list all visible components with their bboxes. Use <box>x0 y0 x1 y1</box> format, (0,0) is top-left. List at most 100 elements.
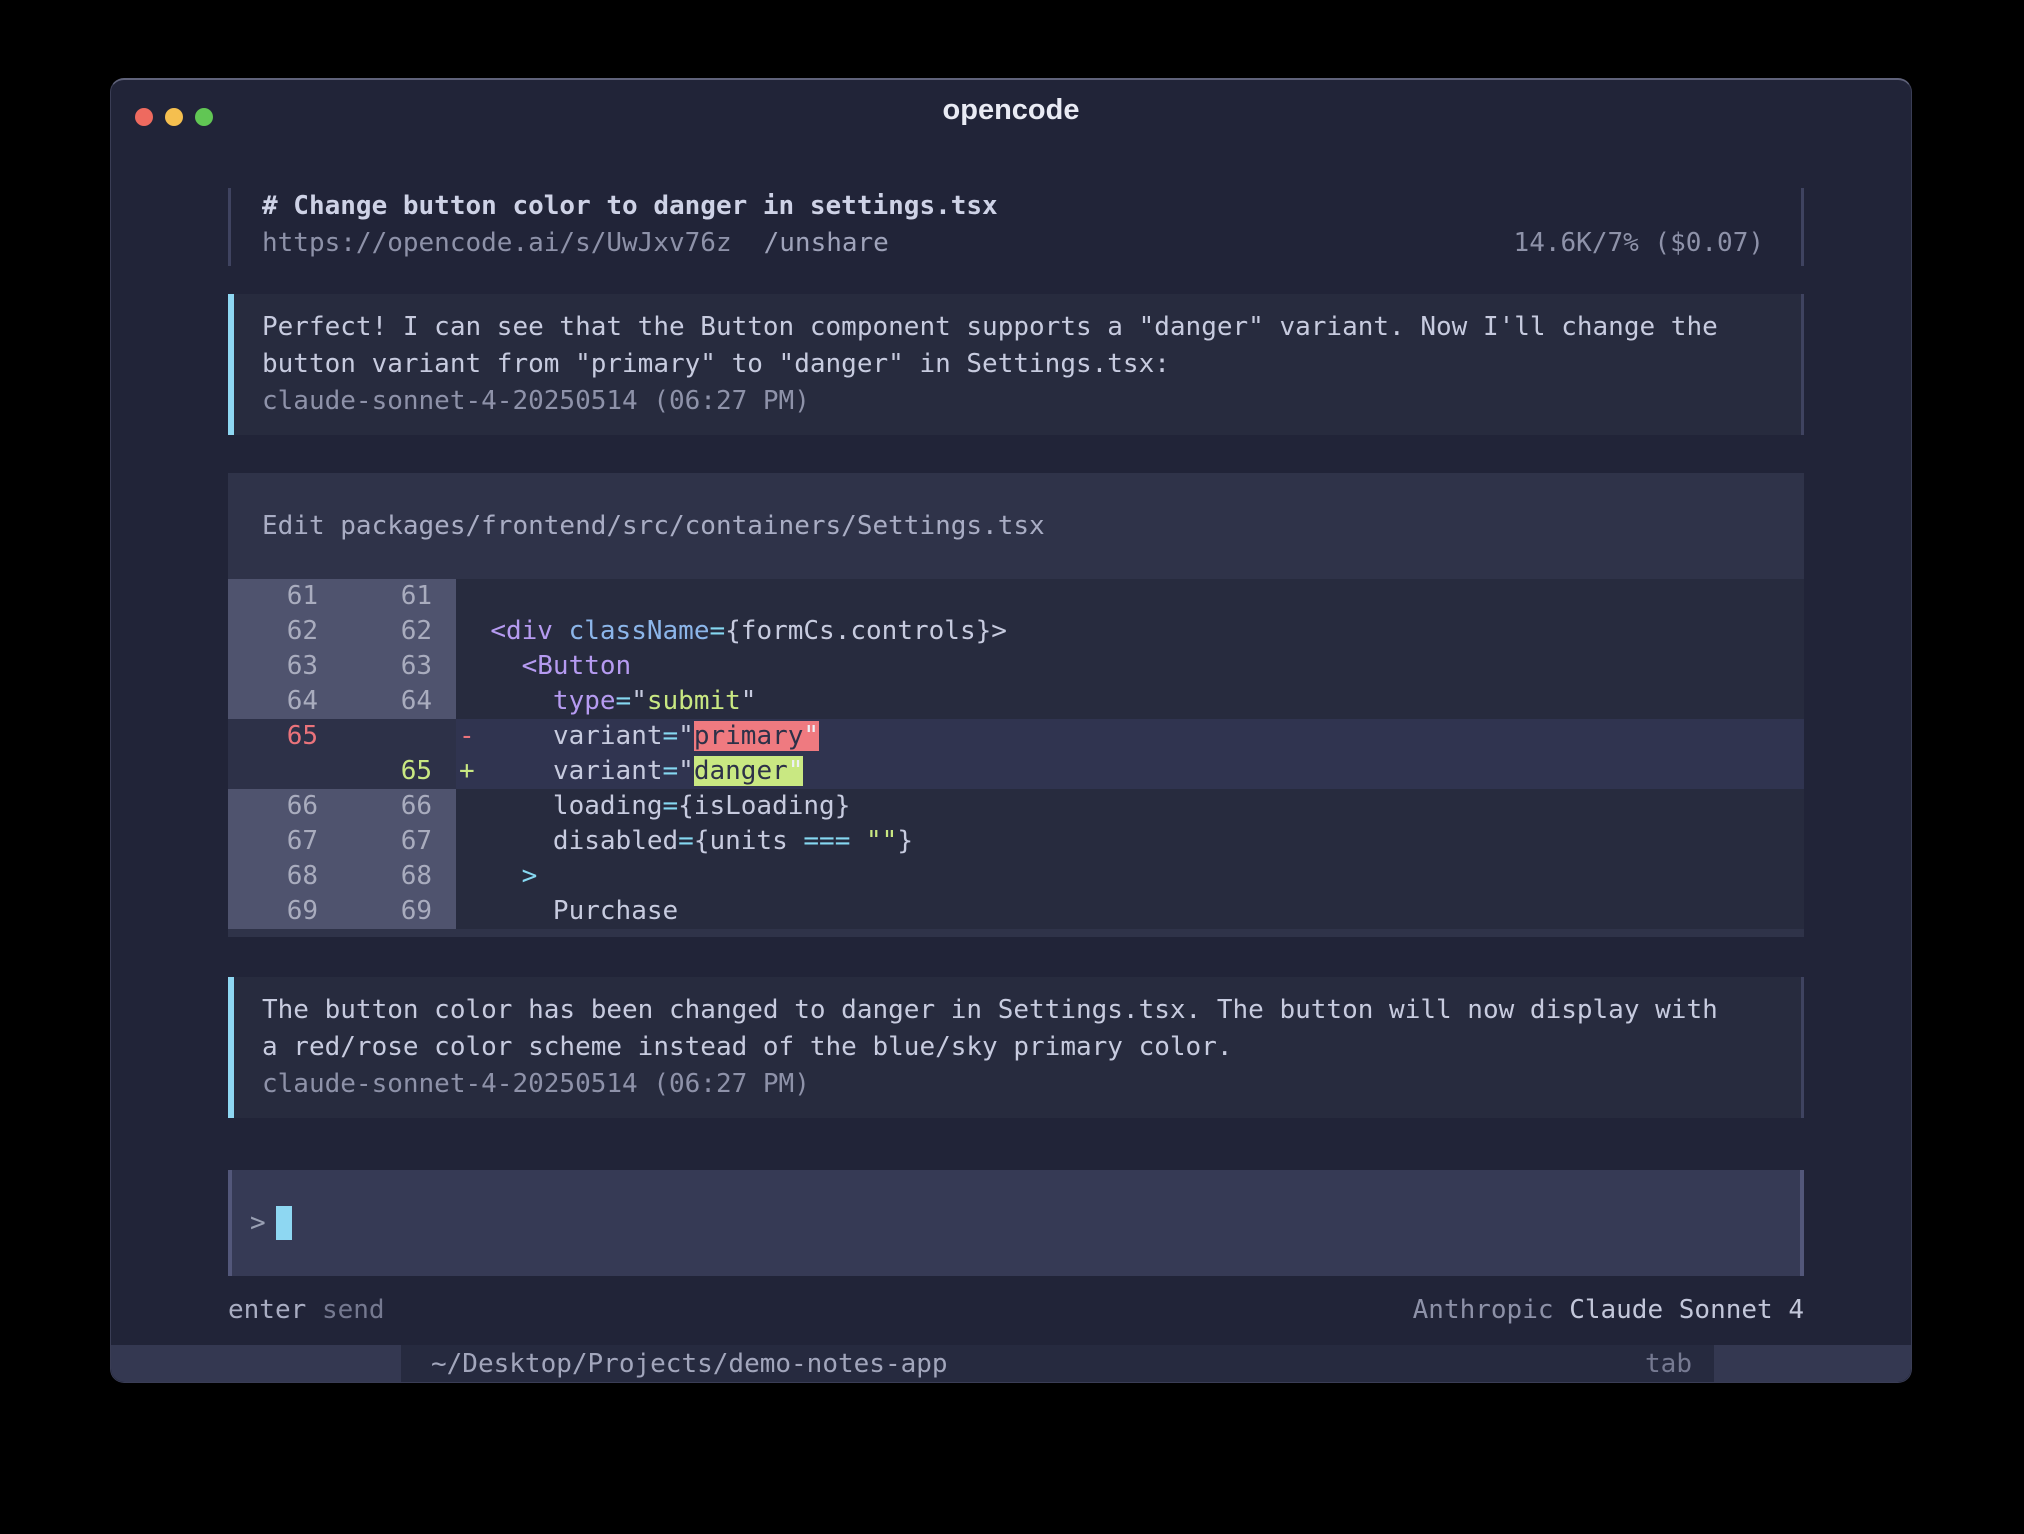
diff-row: 65+ variant="danger" <box>228 754 1804 789</box>
model-provider: Anthropic <box>1413 1295 1554 1325</box>
code-token: = <box>663 721 679 751</box>
titlebar: opencode <box>111 80 1911 138</box>
code-token <box>475 756 553 786</box>
code-token: className <box>569 616 710 646</box>
code-token: > <box>522 861 538 891</box>
code-token: type <box>553 686 616 716</box>
mode-segment: BUILD MODE <box>1714 1345 1911 1382</box>
diff-code-line: <div className={formCs.controls}> <box>456 614 1804 649</box>
edit-tool-block: Edit packages/frontend/src/containers/Se… <box>228 473 1804 937</box>
code-token: " <box>631 686 647 716</box>
new-line-number: 67 <box>342 824 456 859</box>
code-token: - <box>459 721 475 751</box>
diff-view: 61616262 <div className={formCs.controls… <box>228 579 1804 929</box>
diff-code-line: disabled={units === ""} <box>456 824 1804 859</box>
old-line-number: 65 <box>228 719 342 754</box>
unshare-command[interactable]: /unshare <box>764 225 889 262</box>
code-token: = <box>663 791 679 821</box>
code-token <box>459 791 553 821</box>
code-token: === <box>803 826 850 856</box>
main-content: # Change button color to danger in setti… <box>228 188 1804 1329</box>
code-token: variant <box>553 756 663 786</box>
code-token: submit <box>647 686 741 716</box>
message-model-timestamp: claude-sonnet-4-20250514 (06:27 PM) <box>262 383 1770 420</box>
message-model-timestamp: claude-sonnet-4-20250514 (06:27 PM) <box>262 1066 1770 1103</box>
code-token <box>459 826 553 856</box>
code-token: primary <box>694 721 804 751</box>
share-url-link[interactable]: https://opencode.ai/s/UwJxv76z <box>262 225 732 262</box>
diff-row: 6464 type="submit" <box>228 684 1804 719</box>
window-title: opencode <box>111 94 1911 127</box>
code-token <box>459 686 553 716</box>
code-token: loading <box>553 791 663 821</box>
diff-footer <box>228 929 1804 937</box>
code-token: = <box>616 686 632 716</box>
text-cursor <box>276 1206 292 1240</box>
diff-row: 6363 <Button <box>228 649 1804 684</box>
code-token: danger <box>694 756 788 786</box>
old-line-number: 61 <box>228 579 342 614</box>
diff-row: 6161 <box>228 579 1804 614</box>
send-action-label: send <box>322 1295 385 1325</box>
assistant-message: The button color has been changed to dan… <box>228 977 1804 1118</box>
code-token: variant <box>553 721 663 751</box>
diff-code-line <box>456 579 1804 614</box>
prompt-input[interactable]: > <box>228 1170 1804 1276</box>
code-token <box>459 861 522 891</box>
code-token: {isLoading} <box>678 791 850 821</box>
tab-key-hint: tab <box>1645 1349 1692 1379</box>
diff-row: 6969 Purchase <box>228 894 1804 929</box>
code-token <box>850 826 866 856</box>
message-text: Perfect! I can see that the Button compo… <box>262 309 1770 383</box>
code-token: {formCs.controls}> <box>725 616 1007 646</box>
code-token: <Button <box>522 651 632 681</box>
diff-code-line: + variant="danger" <box>456 754 1804 789</box>
session-title: # Change button color to danger in setti… <box>262 188 998 225</box>
new-line-number: 66 <box>342 789 456 824</box>
edit-tool-title: Edit packages/frontend/src/containers/Se… <box>228 473 1804 579</box>
new-line-number: 64 <box>342 684 456 719</box>
code-token: "" <box>866 826 897 856</box>
diff-row: 6868 > <box>228 859 1804 894</box>
old-line-number: 66 <box>228 789 342 824</box>
old-line-number: 64 <box>228 684 342 719</box>
new-line-number: 61 <box>342 579 456 614</box>
diff-code-line: - variant="primary" <box>456 719 1804 754</box>
diff-row: 65 - variant="primary" <box>228 719 1804 754</box>
code-token: = <box>663 756 679 786</box>
new-line-number: 62 <box>342 614 456 649</box>
code-token: } <box>897 826 913 856</box>
opencode-window: opencode # Change button color to danger… <box>110 78 1912 1383</box>
code-token <box>459 896 553 926</box>
old-line-number <box>228 754 342 789</box>
diff-row: 6666 loading={isLoading} <box>228 789 1804 824</box>
diff-code-line: Purchase <box>456 894 1804 929</box>
diff-code-line: loading={isLoading} <box>456 789 1804 824</box>
message-text: The button color has been changed to dan… <box>262 992 1770 1066</box>
old-line-number: 63 <box>228 649 342 684</box>
session-meta-row: https://opencode.ai/s/UwJxv76z /unshare … <box>228 225 1804 262</box>
send-hint: enter send <box>228 1292 385 1329</box>
code-token: Purchase <box>553 896 678 926</box>
new-line-number: 63 <box>342 649 456 684</box>
session-header: # Change button color to danger in setti… <box>228 188 1804 266</box>
code-token: <div <box>490 616 553 646</box>
old-line-number: 67 <box>228 824 342 859</box>
model-name: Claude Sonnet 4 <box>1569 1295 1804 1325</box>
new-line-number: 68 <box>342 859 456 894</box>
diff-code-line: <Button <box>456 649 1804 684</box>
app-version-segment: opencodev0.3.11 <box>111 1345 401 1382</box>
context-stats: 14.6K/7% ($0.07) <box>1514 225 1764 262</box>
old-line-number: 62 <box>228 614 342 649</box>
working-directory: ~/Desktop/Projects/demo-notes-app <box>431 1349 948 1379</box>
assistant-message: Perfect! I can see that the Button compo… <box>228 294 1804 435</box>
old-line-number: 69 <box>228 894 342 929</box>
diff-row: 6262 <div className={formCs.controls}> <box>228 614 1804 649</box>
diff-code-line: type="submit" <box>456 684 1804 719</box>
hints-row: enter send Anthropic Claude Sonnet 4 <box>228 1292 1804 1329</box>
session-title-row: # Change button color to danger in setti… <box>228 188 1804 225</box>
code-token <box>553 616 569 646</box>
code-token: " <box>678 756 694 786</box>
code-token: " <box>788 756 804 786</box>
send-key-label: enter <box>228 1295 306 1325</box>
